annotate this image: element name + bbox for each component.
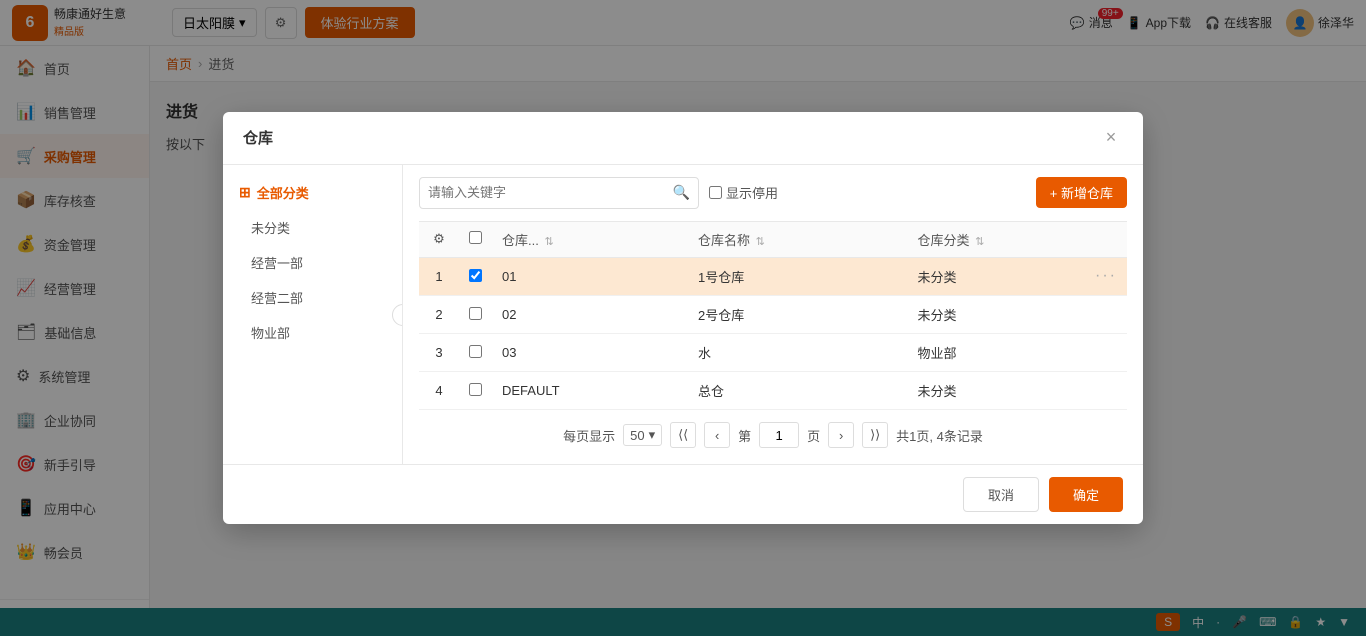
modal-footer: 取消 确定 — [223, 464, 1143, 524]
select-all-checkbox[interactable] — [469, 231, 482, 244]
row-code: 01 — [492, 257, 688, 296]
show-disabled-label[interactable]: 显示停用 — [709, 183, 778, 202]
sort-name-icon: ⇅ — [756, 236, 765, 248]
row-code: DEFAULT — [492, 372, 688, 410]
table-area: 🔍 显示停用 + 新增仓库 ⚙ — [403, 165, 1143, 465]
page-summary: 共1页, 4条记录 — [896, 426, 983, 445]
table-row[interactable]: 2 02 2号仓库 未分类 — [419, 296, 1127, 334]
row-name: 1号仓库 — [688, 257, 907, 296]
row-code: 02 — [492, 296, 688, 334]
col-checkbox — [459, 221, 492, 257]
modal-title: 仓库 — [243, 127, 273, 148]
sort-code-icon: ⇅ — [544, 236, 553, 248]
sort-category-icon: ⇅ — [975, 236, 984, 248]
row-num: 1 — [419, 257, 459, 296]
row-name: 2号仓库 — [688, 296, 907, 334]
category-all-label: 全部分类 — [257, 183, 309, 202]
gear-icon: ⚙ — [433, 231, 445, 246]
next-page-button[interactable]: › — [828, 422, 854, 448]
row-num: 3 — [419, 334, 459, 372]
search-input[interactable] — [428, 185, 673, 200]
chevron-down-icon: ▾ — [649, 427, 656, 443]
category-item-ops2[interactable]: 经营二部 — [223, 280, 402, 315]
col-name: 仓库名称 ⇅ — [688, 221, 907, 257]
add-warehouse-button[interactable]: + 新增仓库 — [1036, 177, 1127, 208]
row-category: 未分类 — [907, 372, 1127, 410]
grid-icon: ⊞ — [239, 184, 251, 201]
confirm-button[interactable]: 确定 — [1049, 477, 1123, 512]
warehouse-table: ⚙ 仓库... ⇅ 仓库名称 — [419, 221, 1127, 411]
category-item-ops1[interactable]: 经营一部 — [223, 245, 402, 280]
page-label: 第 — [738, 426, 751, 445]
category-item-property[interactable]: 物业部 — [223, 315, 402, 350]
row-checkbox[interactable] — [469, 345, 482, 358]
row-checkbox-cell — [459, 334, 492, 372]
row-checkbox-cell — [459, 372, 492, 410]
modal-close-button[interactable]: × — [1099, 126, 1123, 150]
table-toolbar: 🔍 显示停用 + 新增仓库 — [419, 177, 1127, 209]
warehouse-modal: 仓库 × ⊞ 全部分类 未分类 经营一部 经营二部 物业部 《 — [223, 112, 1143, 525]
table-row[interactable]: 1 01 1号仓库 未分类 ··· — [419, 257, 1127, 296]
col-gear: ⚙ — [419, 221, 459, 257]
row-checkbox-cell — [459, 257, 492, 296]
col-code: 仓库... ⇅ — [492, 221, 688, 257]
row-checkbox-cell — [459, 296, 492, 334]
last-page-button[interactable]: ⟩⟩ — [862, 422, 888, 448]
row-checkbox[interactable] — [469, 307, 482, 320]
category-all[interactable]: ⊞ 全部分类 — [223, 175, 402, 210]
table-row[interactable]: 4 DEFAULT 总仓 未分类 — [419, 372, 1127, 410]
show-disabled-checkbox[interactable] — [709, 186, 722, 199]
pagination: 每页显示 50 ▾ ⟨⟨ ‹ 第 页 › ⟩⟩ 共1页, 4条记录 — [419, 410, 1127, 452]
row-checkbox[interactable] — [469, 269, 482, 282]
category-sidebar: ⊞ 全部分类 未分类 经营一部 经营二部 物业部 《 — [223, 165, 403, 465]
cancel-button[interactable]: 取消 — [963, 477, 1039, 512]
category-item-unclassified[interactable]: 未分类 — [223, 210, 402, 245]
row-category: 未分类 — [907, 296, 1127, 334]
modal-overlay: 仓库 × ⊞ 全部分类 未分类 经营一部 经营二部 物业部 《 — [0, 0, 1366, 636]
search-box: 🔍 — [419, 177, 699, 209]
page-unit: 页 — [807, 426, 820, 445]
per-page-select[interactable]: 50 ▾ — [623, 424, 662, 446]
modal-body: ⊞ 全部分类 未分类 经营一部 经营二部 物业部 《 🔍 — [223, 165, 1143, 465]
row-num: 4 — [419, 372, 459, 410]
row-category: 物业部 — [907, 334, 1127, 372]
first-page-button[interactable]: ⟨⟨ — [670, 422, 696, 448]
table-container: ⚙ 仓库... ⇅ 仓库名称 — [419, 221, 1127, 411]
row-more-button[interactable]: ··· — [1095, 267, 1117, 285]
row-num: 2 — [419, 296, 459, 334]
per-page-label: 每页显示 — [563, 426, 615, 445]
row-code: 03 — [492, 334, 688, 372]
search-icon[interactable]: 🔍 — [673, 184, 690, 201]
row-name: 水 — [688, 334, 907, 372]
row-name: 总仓 — [688, 372, 907, 410]
modal-header: 仓库 × — [223, 112, 1143, 165]
col-category: 仓库分类 ⇅ — [907, 221, 1127, 257]
prev-page-button[interactable]: ‹ — [704, 422, 730, 448]
page-input[interactable] — [759, 422, 799, 448]
row-category: 未分类 ··· — [907, 258, 1127, 296]
row-checkbox[interactable] — [469, 383, 482, 396]
table-row[interactable]: 3 03 水 物业部 — [419, 334, 1127, 372]
